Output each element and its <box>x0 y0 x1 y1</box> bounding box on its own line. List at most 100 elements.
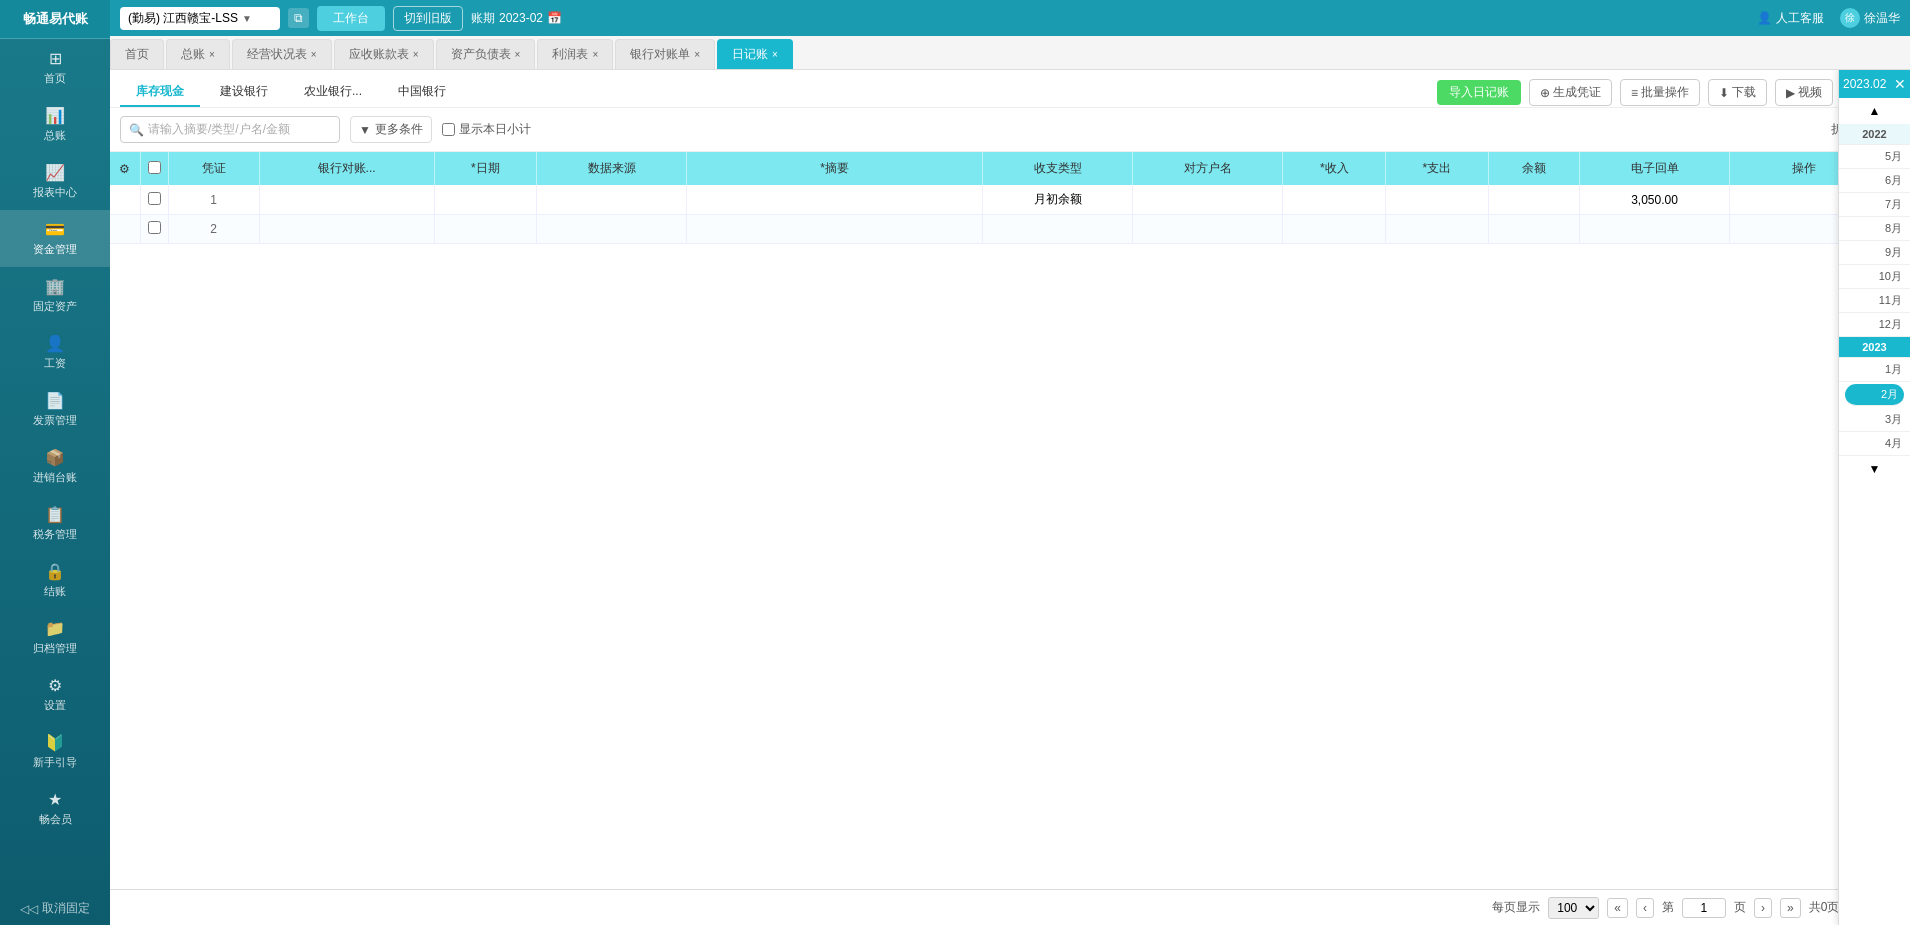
calendar-month-4[interactable]: 4月 <box>1839 432 1910 456</box>
calendar-month-9[interactable]: 9月 <box>1839 241 1910 265</box>
calendar-month-7[interactable]: 7月 <box>1839 193 1910 217</box>
tab-bank-close[interactable]: × <box>694 49 700 60</box>
tab-receivable[interactable]: 应收账款表 × <box>334 39 434 69</box>
tab-journal[interactable]: 日记账 × <box>717 39 793 69</box>
sub-tab-abc[interactable]: 农业银行... <box>288 78 378 107</box>
next-page-button[interactable]: › <box>1754 898 1772 918</box>
tab-journal-close[interactable]: × <box>772 49 778 60</box>
calendar-month-12[interactable]: 12月 <box>1839 313 1910 337</box>
video-button[interactable]: ▶ 视频 <box>1775 79 1833 106</box>
row-checkbox[interactable] <box>148 192 161 205</box>
sidebar-item-settings[interactable]: ⚙ 设置 <box>0 666 110 723</box>
sidebar-item-tax[interactable]: 📋 税务管理 <box>0 495 110 552</box>
filter-icon: ▼ <box>359 123 371 137</box>
tab-bank-label: 银行对账单 <box>630 46 690 63</box>
prev-page-button[interactable]: ‹ <box>1636 898 1654 918</box>
sidebar-item-assets[interactable]: 🏢 固定资产 <box>0 267 110 324</box>
pagination: 每页显示 100 20 50 200 « ‹ 第 页 › » 共0页，0条记录 <box>110 889 1910 925</box>
select-all-checkbox[interactable] <box>148 161 161 174</box>
calendar-month-1[interactable]: 1月 <box>1839 358 1910 382</box>
show-subtotal-label: 显示本日小计 <box>459 121 531 138</box>
switch-old-button[interactable]: 切到旧版 <box>393 6 463 31</box>
up-arrow-icon: ▲ <box>1869 104 1881 118</box>
cell-income <box>1386 185 1489 215</box>
tab-bank[interactable]: 银行对账单 × <box>615 39 715 69</box>
sidebar-item-archive[interactable]: 📁 归档管理 <box>0 609 110 666</box>
sidebar-item-label: 发票管理 <box>33 413 77 428</box>
sidebar-item-ledger[interactable]: 📊 总账 <box>0 96 110 153</box>
tab-journal-label: 日记账 <box>732 46 768 63</box>
copy-button[interactable]: ⧉ <box>288 8 309 28</box>
calendar-month-6[interactable]: 6月 <box>1839 169 1910 193</box>
tab-management-close[interactable]: × <box>311 49 317 60</box>
period-label: 账期 2023-02 📅 <box>471 10 562 27</box>
page-label: 第 <box>1662 899 1674 916</box>
download-button[interactable]: ⬇ 下载 <box>1708 79 1767 106</box>
show-subtotal-input[interactable] <box>442 123 455 136</box>
calendar-icon[interactable]: 📅 <box>547 11 562 25</box>
sidebar-item-sales[interactable]: 📦 进销台账 <box>0 438 110 495</box>
cell-bank <box>434 215 537 244</box>
filter-bar: 🔍 请输入摘要/类型/户名/金额 ▼ 更多条件 显示本日小计 折称: 人民币 <box>110 108 1910 152</box>
sidebar-item-label: 首页 <box>44 71 66 86</box>
calendar-nav-down[interactable]: ▼ <box>1839 458 1910 480</box>
tab-ledger-label: 总账 <box>181 46 205 63</box>
sidebar-item-salary[interactable]: 👤 工资 <box>0 324 110 381</box>
calendar-month-8[interactable]: 8月 <box>1839 217 1910 241</box>
col-checkbox[interactable] <box>140 152 168 185</box>
sidebar-item-invoice[interactable]: 📄 发票管理 <box>0 381 110 438</box>
sidebar: 畅通易代账 ⊞ 首页 📊 总账 📈 报表中心 💳 资金管理 🏢 固定资产 👤 工… <box>0 0 110 925</box>
sidebar-item-closing[interactable]: 🔒 结账 <box>0 552 110 609</box>
closing-icon: 🔒 <box>45 562 65 581</box>
tab-assets-close[interactable]: × <box>515 49 521 60</box>
calendar-month-11[interactable]: 11月 <box>1839 289 1910 313</box>
cell-checkbox[interactable] <box>140 215 168 244</box>
vip-icon: ★ <box>48 790 62 809</box>
page-input[interactable] <box>1682 898 1726 918</box>
calendar-nav-up[interactable]: ▲ <box>1839 100 1910 122</box>
sidebar-item-vip[interactable]: ★ 畅会员 <box>0 780 110 837</box>
more-conditions-button[interactable]: ▼ 更多条件 <box>350 116 432 143</box>
sidebar-item-funds[interactable]: 💳 资金管理 <box>0 210 110 267</box>
sub-tab-boc[interactable]: 中国银行 <box>382 78 462 107</box>
col-receipt: 电子回单 <box>1579 152 1729 185</box>
sidebar-item-reports[interactable]: 📈 报表中心 <box>0 153 110 210</box>
unpin-sidebar[interactable]: ◁◁ 取消固定 <box>0 892 110 925</box>
calendar-month-3[interactable]: 3月 <box>1839 408 1910 432</box>
tab-receivable-close[interactable]: × <box>413 49 419 60</box>
last-page-button[interactable]: » <box>1780 898 1801 918</box>
calendar-close-button[interactable]: ✕ <box>1894 76 1906 92</box>
col-expense: *支出 <box>1386 152 1489 185</box>
tab-ledger-close[interactable]: × <box>209 49 215 60</box>
unpin-label: 取消固定 <box>42 900 90 917</box>
sidebar-item-guide[interactable]: 🔰 新手引导 <box>0 723 110 780</box>
calendar-month-10[interactable]: 10月 <box>1839 265 1910 289</box>
col-type: 收支类型 <box>982 152 1132 185</box>
import-journal-button[interactable]: 导入日记账 <box>1437 80 1521 105</box>
calendar-month-2-active[interactable]: 2月 <box>1845 384 1904 406</box>
cell-checkbox[interactable] <box>140 185 168 215</box>
search-input[interactable]: 🔍 请输入摘要/类型/户名/金额 <box>120 116 340 143</box>
company-selector[interactable]: (勤易) 江西赣宝-LSS ▼ <box>120 7 280 30</box>
customer-service[interactable]: 👤 人工客服 <box>1757 10 1824 27</box>
show-subtotal-checkbox[interactable]: 显示本日小计 <box>442 121 531 138</box>
tab-profit-close[interactable]: × <box>592 49 598 60</box>
calendar-month-5[interactable]: 5月 <box>1839 145 1910 169</box>
row-checkbox[interactable] <box>148 221 161 234</box>
user-profile[interactable]: 徐 徐温华 <box>1840 8 1900 28</box>
sidebar-item-home[interactable]: ⊞ 首页 <box>0 39 110 96</box>
company-dropdown-icon: ▼ <box>242 13 252 24</box>
tab-assets[interactable]: 资产负债表 × <box>436 39 536 69</box>
tab-management[interactable]: 经营状况表 × <box>232 39 332 69</box>
per-page-select[interactable]: 100 20 50 200 <box>1548 897 1599 919</box>
workspace-button[interactable]: 工作台 <box>317 6 385 31</box>
generate-voucher-button[interactable]: ⊕ 生成凭证 <box>1529 79 1612 106</box>
sub-tab-cash[interactable]: 库存现金 <box>120 78 200 107</box>
tab-profit[interactable]: 利润表 × <box>537 39 613 69</box>
col-settings[interactable]: ⚙ <box>110 152 140 185</box>
tab-ledger[interactable]: 总账 × <box>166 39 230 69</box>
sub-tab-ccb[interactable]: 建设银行 <box>204 78 284 107</box>
tab-home[interactable]: 首页 <box>110 39 164 69</box>
batch-operation-button[interactable]: ≡ 批量操作 <box>1620 79 1700 106</box>
first-page-button[interactable]: « <box>1607 898 1628 918</box>
